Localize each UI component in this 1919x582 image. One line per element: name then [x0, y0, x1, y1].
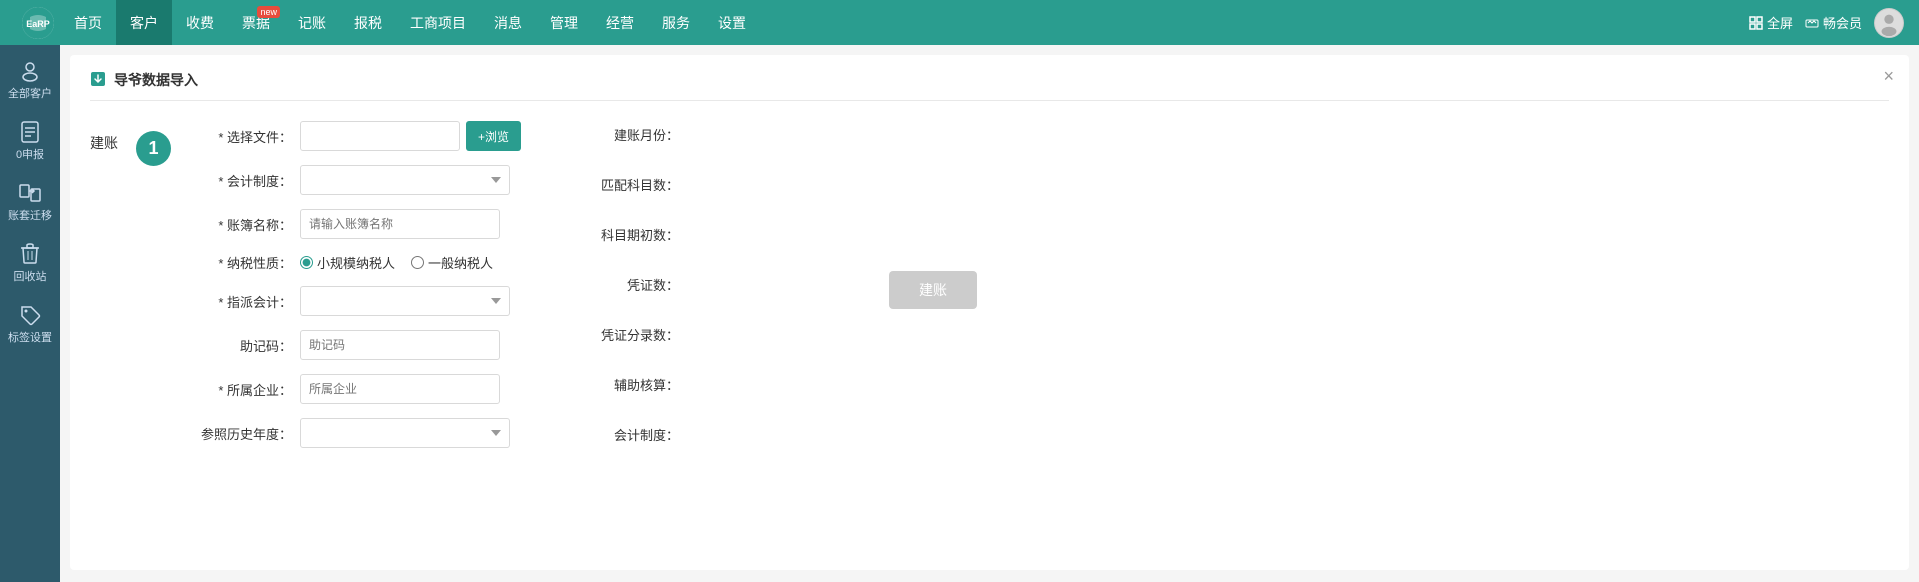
- subject-init-label: 科目期初数：: [601, 225, 679, 244]
- company-field: [300, 374, 541, 404]
- tax-general-radio[interactable]: [411, 256, 424, 269]
- nav-item-home[interactable]: 首页: [60, 0, 116, 45]
- aux-accounting-label: 辅助核算：: [601, 375, 679, 394]
- company-label: * 所属企业：: [201, 380, 292, 399]
- tax-small-label: 小规模纳税人: [317, 253, 395, 272]
- memo-code-input[interactable]: [300, 330, 500, 360]
- nav-item-message[interactable]: 消息: [480, 0, 536, 45]
- form-left: 建账 1 * 选择文件： +浏览 * 会计制度：: [90, 121, 541, 448]
- fullscreen-button[interactable]: 全屏: [1749, 13, 1793, 32]
- logo: EaRP: [10, 0, 55, 45]
- accounting-system-select[interactable]: [300, 165, 510, 195]
- nav-item-client[interactable]: 客户: [116, 0, 172, 45]
- nav-item-manage[interactable]: 管理: [536, 0, 592, 45]
- form-area: 建账 1 * 选择文件： +浏览 * 会计制度：: [90, 121, 1889, 448]
- assign-accountant-field: [300, 286, 541, 316]
- browse-button[interactable]: +浏览: [466, 121, 521, 151]
- import-panel: 导爷数据导入 × 建账 1 * 选择文件： +浏览 *: [70, 55, 1909, 570]
- panel-title: 导爷数据导入: [114, 70, 198, 90]
- build-account-button[interactable]: 建账: [889, 271, 977, 309]
- nav-item-fee[interactable]: 收费: [172, 0, 228, 45]
- accounting-system2-label: 会计制度：: [601, 425, 679, 444]
- tag-icon: [19, 304, 41, 326]
- ledger-name-input[interactable]: [300, 209, 500, 239]
- avatar[interactable]: [1874, 8, 1904, 38]
- sidebar-item-all-clients[interactable]: 全部客户: [0, 50, 60, 111]
- history-year-select[interactable]: [300, 418, 510, 448]
- sidebar-item-account-migration[interactable]: 账套迁移: [0, 172, 60, 233]
- file-input[interactable]: [300, 121, 460, 151]
- vip-label: 畅会员: [1823, 13, 1862, 32]
- history-year-label: 参照历史年度：: [201, 424, 292, 443]
- ledger-name-field: [300, 209, 541, 239]
- tax-small-option[interactable]: 小规模纳税人: [300, 253, 395, 272]
- voucher-count-label: 凭证数：: [601, 275, 679, 294]
- tax-small-radio[interactable]: [300, 256, 313, 269]
- main-content: 导爷数据导入 × 建账 1 * 选择文件： +浏览 *: [60, 45, 1919, 582]
- import-icon: [90, 71, 106, 90]
- tax-type-field: 小规模纳税人 一般纳税人: [300, 253, 541, 272]
- history-year-field: [300, 418, 541, 448]
- sidebar-item-recycle[interactable]: 回收站: [0, 233, 60, 294]
- file-field: +浏览: [300, 121, 541, 151]
- sidebar-label-all-clients: 全部客户: [8, 85, 52, 101]
- close-button[interactable]: ×: [1883, 67, 1894, 85]
- nav-item-operation[interactable]: 经营: [592, 0, 648, 45]
- sidebar-item-zero-report[interactable]: 0申报: [0, 111, 60, 172]
- fullscreen-label: 全屏: [1767, 13, 1793, 32]
- build-month-label: 建账月份：: [601, 125, 679, 144]
- sidebar-label-zero-report: 0申报: [16, 146, 44, 162]
- sidebar-item-tag-settings[interactable]: 标签设置: [0, 294, 60, 355]
- nav-right: 全屏 畅会员: [1749, 8, 1919, 38]
- nav-item-service[interactable]: 服务: [648, 0, 704, 45]
- nav-item-tax[interactable]: 报税: [340, 0, 396, 45]
- report-icon: [19, 121, 41, 143]
- memo-code-label: 助记码：: [201, 336, 292, 355]
- nav-item-business[interactable]: 工商项目: [396, 0, 480, 45]
- memo-code-field: [300, 330, 541, 360]
- sidebar-label-tag-settings: 标签设置: [8, 329, 52, 345]
- nav-item-bookkeeping[interactable]: 记账: [284, 0, 340, 45]
- nav-item-invoice[interactable]: 票据 new: [228, 0, 284, 45]
- sidebar-label-recycle: 回收站: [14, 268, 47, 284]
- voucher-entries-label: 凭证分录数：: [601, 325, 679, 344]
- panel-header: 导爷数据导入: [90, 70, 1889, 101]
- form-grid: * 选择文件： +浏览 * 会计制度： * 账簿名称：: [201, 121, 541, 448]
- assign-accountant-select[interactable]: [300, 286, 510, 316]
- nav-item-settings[interactable]: 设置: [704, 0, 760, 45]
- person-icon: [19, 60, 41, 82]
- vip-button[interactable]: 畅会员: [1805, 13, 1862, 32]
- info-grid: 建账月份： 匹配科目数： 科目期初数： 凭证数： 凭证分录数： 辅助核算： 会计…: [601, 121, 829, 448]
- tax-general-option[interactable]: 一般纳税人: [411, 253, 493, 272]
- step-badge: 1: [136, 131, 171, 166]
- new-badge: new: [257, 6, 280, 18]
- file-label: * 选择文件：: [201, 127, 292, 146]
- form-right-area: 建账月份： 匹配科目数： 科目期初数： 凭证数： 凭证分录数： 辅助核算： 会计…: [601, 121, 977, 448]
- tax-type-label: * 纳税性质：: [201, 253, 292, 272]
- sidebar-label-account-migration: 账套迁移: [8, 207, 52, 223]
- sidebar: 全部客户 0申报 账套迁移: [0, 45, 60, 582]
- match-subject-label: 匹配科目数：: [601, 175, 679, 194]
- step-prefix: 建账: [90, 126, 118, 161]
- company-input[interactable]: [300, 374, 500, 404]
- tax-general-label: 一般纳税人: [428, 253, 493, 272]
- accounting-system-label: * 会计制度：: [201, 171, 292, 190]
- trash-icon: [19, 243, 41, 265]
- ledger-name-label: * 账簿名称：: [201, 215, 292, 234]
- assign-accountant-label: * 指派会计：: [201, 292, 292, 311]
- accounting-system-field: [300, 165, 541, 195]
- nav-items: 首页 客户 收费 票据 new 记账 报税 工商项目 消息 管理 经营 服务 设…: [60, 0, 1749, 45]
- svg-text:EaRP: EaRP: [26, 19, 50, 29]
- logo-icon: EaRP: [22, 7, 54, 39]
- top-nav: EaRP 首页 客户 收费 票据 new 记账 报税 工商项目 消息 管理 经营…: [0, 0, 1919, 45]
- migrate-icon: [19, 182, 41, 204]
